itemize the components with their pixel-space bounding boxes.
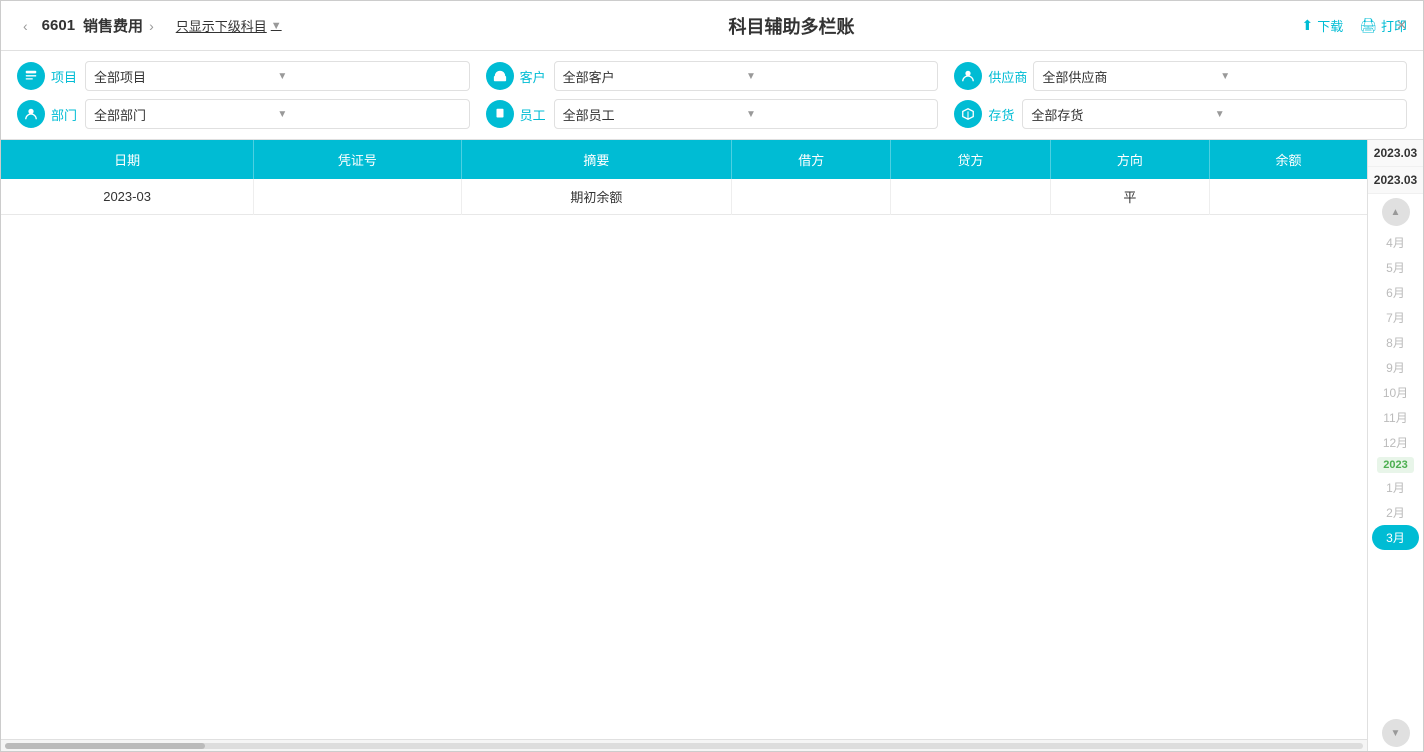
customer-value: 全部客户 — [563, 67, 746, 86]
sidebar-month[interactable]: 10月 — [1368, 380, 1423, 405]
sidebar-month[interactable]: 9月 — [1368, 355, 1423, 380]
employee-icon — [486, 100, 514, 128]
dept-select[interactable]: 全部部门 ▼ — [85, 99, 470, 129]
bottom-scrollbar[interactable] — [1, 739, 1367, 751]
sidebar-month[interactable]: 12月 — [1368, 430, 1423, 455]
print-icon: 🖨 — [1359, 17, 1377, 34]
cell-debit — [732, 179, 891, 215]
content-area: 日期 凭证号 摘要 借方 贷方 方向 余额 2023-03 期初余额 平 — [1, 140, 1423, 751]
col-credit: 贷方 — [891, 140, 1050, 179]
filter-project: 项目 全部项目 ▼ — [17, 61, 470, 91]
cell-balance — [1209, 179, 1367, 215]
sidebar-month[interactable]: 8月 — [1368, 330, 1423, 355]
main-table-area: 日期 凭证号 摘要 借方 贷方 方向 余额 2023-03 期初余额 平 — [1, 140, 1367, 751]
sidebar-month[interactable]: 2月 — [1368, 500, 1423, 525]
table-row: 2023-03 期初余额 平 — [1, 179, 1367, 215]
project-value: 全部项目 — [94, 67, 277, 86]
inventory-arrow: ▼ — [1215, 109, 1398, 120]
filter-dept: 部门 全部部门 ▼ — [17, 99, 470, 129]
supplier-value: 全部供应商 — [1042, 67, 1220, 86]
prev-account-btn[interactable]: ‹ — [17, 14, 34, 38]
project-select[interactable]: 全部项目 ▼ — [85, 61, 470, 91]
sidebar-month[interactable]: 11月 — [1368, 405, 1423, 430]
col-debit: 借方 — [732, 140, 891, 179]
year-badge: 2023 — [1377, 457, 1413, 473]
inventory-icon — [954, 100, 982, 128]
show-sub-arrow: ▼ — [271, 20, 282, 32]
sidebar-period-2[interactable]: 2023.03 — [1368, 167, 1423, 194]
filter-supplier: 供应商 全部供应商 ▼ — [954, 61, 1407, 91]
supplier-arrow: ▼ — [1220, 71, 1398, 82]
table-container[interactable]: 日期 凭证号 摘要 借方 贷方 方向 余额 2023-03 期初余额 平 — [1, 140, 1367, 739]
customer-select[interactable]: 全部客户 ▼ — [554, 61, 939, 91]
col-summary: 摘要 — [461, 140, 731, 179]
supplier-select[interactable]: 全部供应商 ▼ — [1033, 61, 1407, 91]
account-name: 销售费用 — [83, 15, 143, 36]
col-date: 日期 — [1, 140, 254, 179]
toolbar-right: ⬆ 下载 🖨 打印 — [1301, 16, 1407, 35]
inventory-label: 存货 — [988, 105, 1016, 124]
employee-value: 全部员工 — [563, 105, 746, 124]
sidebar-month[interactable]: 5月 — [1368, 255, 1423, 280]
customer-arrow: ▼ — [746, 71, 929, 82]
close-btn[interactable]: × — [1396, 15, 1407, 36]
project-icon — [17, 62, 45, 90]
col-direction: 方向 — [1050, 140, 1209, 179]
employee-label: 员工 — [520, 105, 548, 124]
supplier-icon — [954, 62, 982, 90]
sidebar-month[interactable]: 1月 — [1368, 475, 1423, 500]
scrollbar-thumb — [5, 743, 205, 749]
titlebar: ‹ 6601 销售费用 › 只显示下级科目 ▼ 科目辅助多栏账 ⬆ 下载 🖨 打… — [1, 1, 1423, 51]
sidebar-up-btn[interactable]: ▲ — [1382, 198, 1410, 226]
download-label: 下载 — [1317, 16, 1343, 35]
project-label: 项目 — [51, 67, 79, 86]
col-voucher: 凭证号 — [254, 140, 461, 179]
sidebar-months: 4月5月6月7月8月9月10月11月12月 2023 1月2月3月 — [1368, 230, 1423, 715]
sidebar-period-1[interactable]: 2023.03 — [1368, 140, 1423, 167]
project-arrow: ▼ — [277, 71, 460, 82]
filter-bar: 项目 全部项目 ▼ 客户 全部客户 ▼ 供应 — [1, 51, 1423, 140]
cell-date: 2023-03 — [1, 179, 254, 215]
sidebar-month[interactable]: 4月 — [1368, 230, 1423, 255]
sidebar-month[interactable]: 7月 — [1368, 305, 1423, 330]
sidebar-down-btn[interactable]: ▼ — [1382, 719, 1410, 747]
scrollbar-track — [5, 743, 1363, 749]
customer-icon — [486, 62, 514, 90]
cell-summary: 期初余额 — [461, 179, 731, 215]
page-title: 科目辅助多栏账 — [282, 13, 1302, 39]
supplier-label: 供应商 — [988, 67, 1027, 86]
inventory-value: 全部存货 — [1031, 105, 1214, 124]
dept-icon — [17, 100, 45, 128]
download-icon: ⬆ — [1301, 17, 1313, 34]
filter-inventory: 存货 全部存货 ▼ — [954, 99, 1407, 129]
dept-arrow: ▼ — [277, 109, 460, 120]
customer-label: 客户 — [520, 67, 548, 86]
cell-credit — [891, 179, 1050, 215]
cell-direction: 平 — [1050, 179, 1209, 215]
ledger-table: 日期 凭证号 摘要 借方 贷方 方向 余额 2023-03 期初余额 平 — [1, 140, 1367, 215]
sidebar-month[interactable]: 6月 — [1368, 280, 1423, 305]
inventory-select[interactable]: 全部存货 ▼ — [1022, 99, 1407, 129]
right-sidebar: 2023.03 2023.03 ▲ 4月5月6月7月8月9月10月11月12月 2… — [1367, 140, 1423, 751]
sidebar-month[interactable]: 3月 — [1372, 525, 1419, 550]
filter-employee: 员工 全部员工 ▼ — [486, 99, 939, 129]
table-header-row: 日期 凭证号 摘要 借方 贷方 方向 余额 — [1, 140, 1367, 179]
col-balance: 余额 — [1209, 140, 1367, 179]
filter-customer: 客户 全部客户 ▼ — [486, 61, 939, 91]
cell-voucher — [254, 179, 461, 215]
filter-row-1: 项目 全部项目 ▼ 客户 全部客户 ▼ 供应 — [17, 61, 1407, 91]
employee-arrow: ▼ — [746, 109, 929, 120]
dept-label: 部门 — [51, 105, 79, 124]
main-window: ‹ 6601 销售费用 › 只显示下级科目 ▼ 科目辅助多栏账 ⬆ 下载 🖨 打… — [0, 0, 1424, 752]
download-btn[interactable]: ⬆ 下载 — [1301, 16, 1343, 35]
employee-select[interactable]: 全部员工 ▼ — [554, 99, 939, 129]
dept-value: 全部部门 — [94, 105, 277, 124]
next-account-btn[interactable]: › — [143, 14, 160, 38]
account-code: 6601 — [42, 17, 75, 34]
show-sub-filter[interactable]: 只显示下级科目 ▼ — [176, 16, 282, 35]
filter-row-2: 部门 全部部门 ▼ 员工 全部员工 ▼ 存货 — [17, 99, 1407, 129]
show-sub-label: 只显示下级科目 — [176, 16, 267, 35]
